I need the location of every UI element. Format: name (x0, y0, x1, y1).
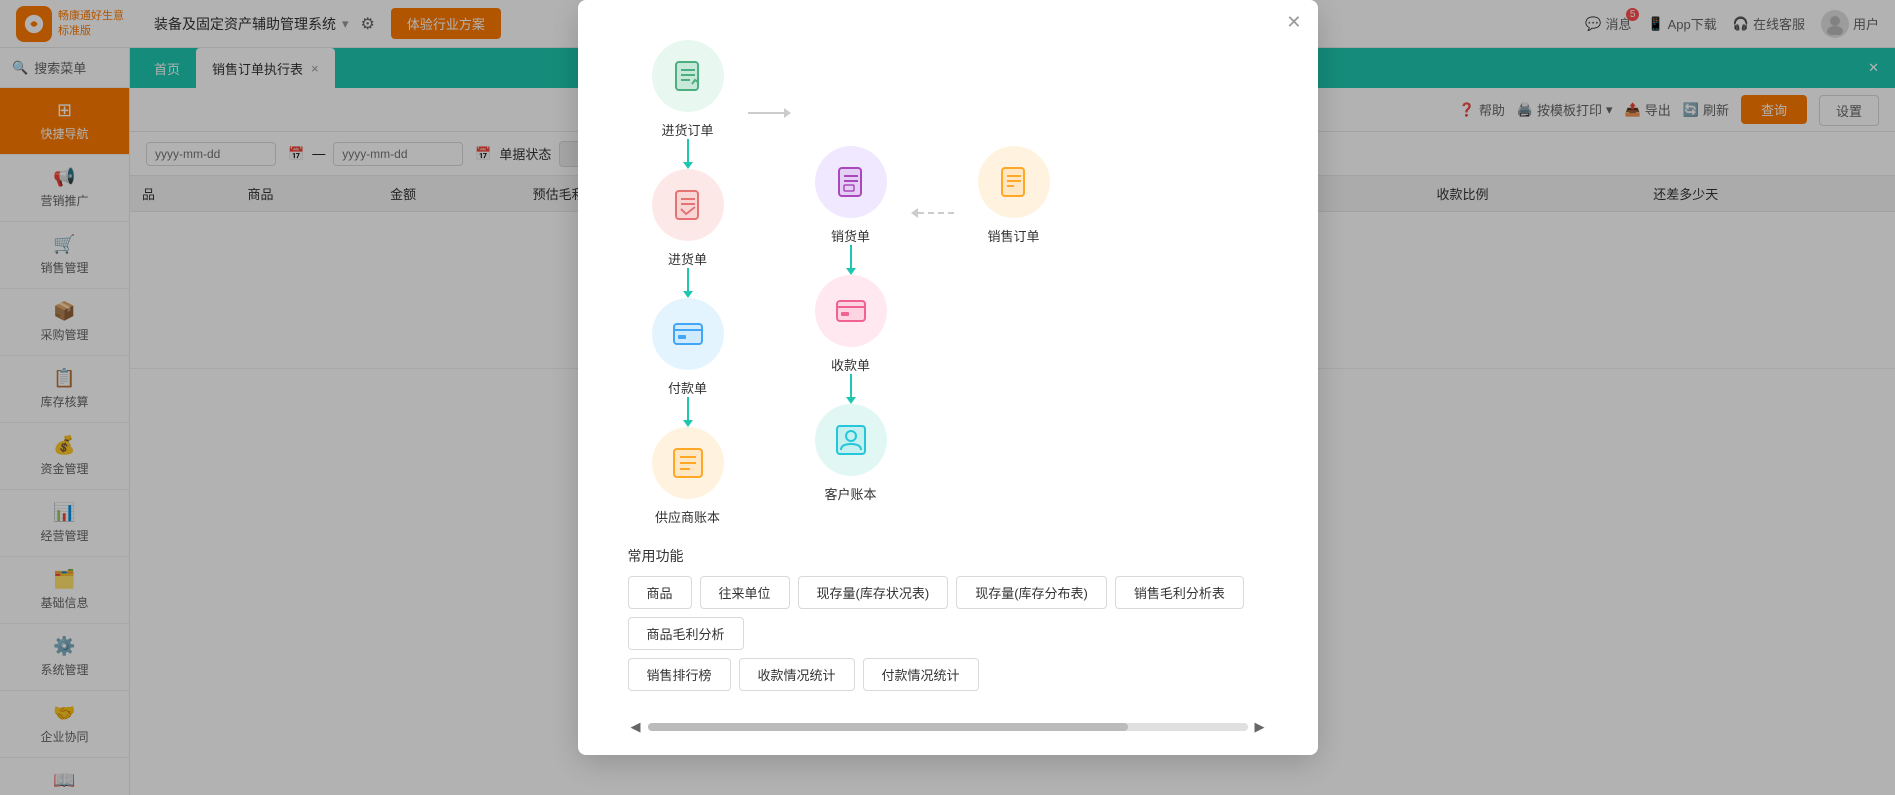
customer-account-icon (815, 404, 887, 476)
flow-node-sales-bill[interactable]: 销货单 (791, 146, 911, 245)
flow-node-purchase-order[interactable]: 进货订单 (628, 40, 748, 139)
func-btn-product-gross[interactable]: 商品毛利分析 (628, 617, 744, 650)
func-btn-stock-dist[interactable]: 现存量(库存分布表) (956, 576, 1107, 609)
common-funcs: 常用功能 商品 往来单位 现存量(库存状况表) 现存量(库存分布表) 销售毛利分… (608, 546, 1288, 691)
purchase-bill-label: 进货单 (668, 249, 707, 268)
supplier-account-icon (652, 427, 724, 499)
flow-node-customer-account[interactable]: 客户账本 (791, 404, 911, 503)
func-btn-sales-gross[interactable]: 销售毛利分析表 (1115, 576, 1244, 609)
flow-node-supplier-account[interactable]: 供应商账本 (628, 427, 748, 526)
purchase-order-icon (652, 40, 724, 112)
receipt-label: 收款单 (831, 355, 870, 374)
func-buttons-row2: 销售排行榜 收款情况统计 付款情况统计 (628, 658, 1268, 691)
flow-node-purchase-bill[interactable]: 进货单 (628, 169, 748, 268)
scroll-track[interactable] (648, 723, 1248, 731)
payment-label: 付款单 (668, 378, 707, 397)
scroll-left-btn[interactable]: ◀ (628, 719, 644, 735)
purchase-order-label: 进货订单 (661, 120, 713, 139)
func-buttons: 商品 往来单位 现存量(库存状况表) 现存量(库存分布表) 销售毛利分析表 商品… (628, 576, 1268, 650)
payment-icon (652, 298, 724, 370)
func-btn-counterpart[interactable]: 往来单位 (700, 576, 790, 609)
func-btn-payment-stat[interactable]: 付款情况统计 (863, 658, 979, 691)
sales-order-label: 销售订单 (987, 226, 1039, 245)
sales-order-icon (978, 146, 1050, 218)
scroll-right-btn[interactable]: ▶ (1252, 719, 1268, 735)
receipt-icon (815, 275, 887, 347)
scroll-thumb (648, 723, 1128, 731)
purchase-bill-icon (652, 169, 724, 241)
func-btn-receipt-stat[interactable]: 收款情况统计 (739, 658, 855, 691)
func-btn-product[interactable]: 商品 (628, 576, 692, 609)
flow-node-sales-order[interactable]: 销售订单 (954, 146, 1074, 245)
customer-account-label: 客户账本 (824, 484, 876, 503)
func-btn-sales-rank[interactable]: 销售排行榜 (628, 658, 731, 691)
sales-bill-icon (815, 146, 887, 218)
modal-overlay[interactable]: ✕ 进货订单 (0, 0, 1895, 795)
flow-modal: ✕ 进货订单 (578, 0, 1318, 755)
flow-node-payment[interactable]: 付款单 (628, 298, 748, 397)
sales-bill-label: 销货单 (831, 226, 870, 245)
common-funcs-title: 常用功能 (628, 546, 1268, 566)
modal-scrollbar: ◀ ▶ (608, 707, 1288, 735)
flow-node-receipt[interactable]: 收款单 (791, 275, 911, 374)
supplier-account-label: 供应商账本 (655, 507, 720, 526)
modal-close-btn[interactable]: ✕ (1286, 12, 1301, 33)
func-btn-stock-status[interactable]: 现存量(库存状况表) (798, 576, 949, 609)
